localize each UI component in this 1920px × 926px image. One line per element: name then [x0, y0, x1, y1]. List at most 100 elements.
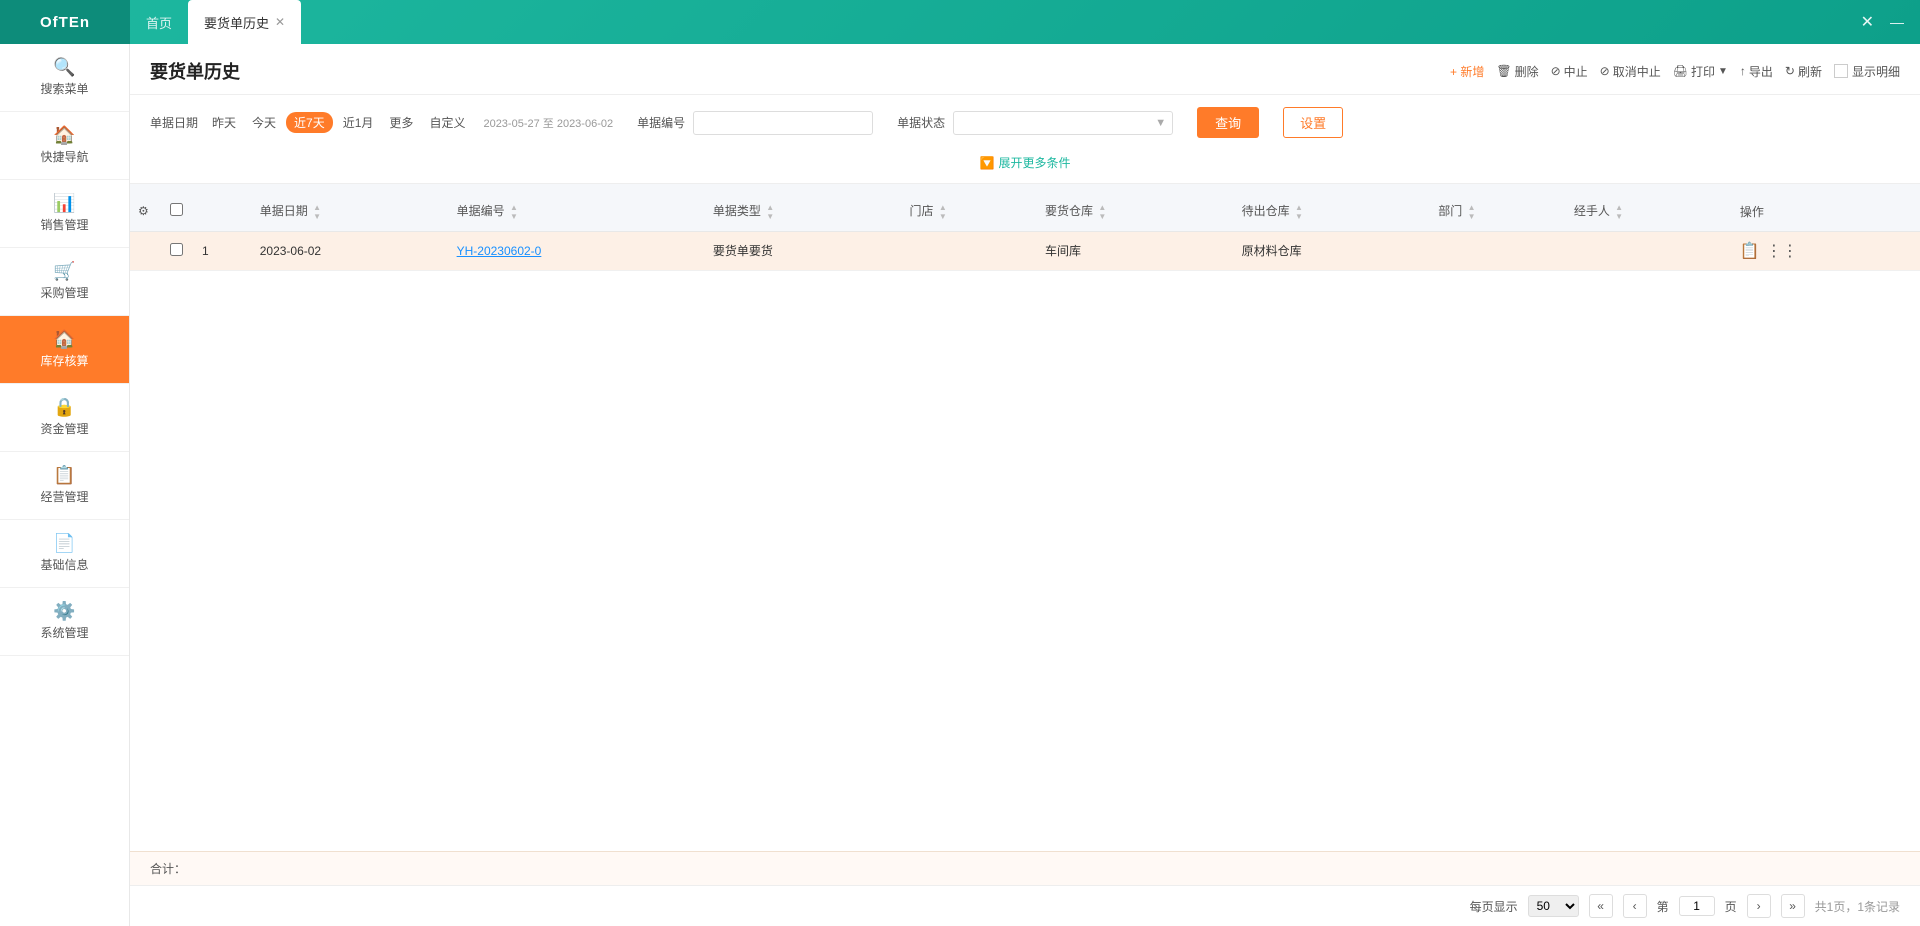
- sidebar-item-finance[interactable]: 🔒 资金管理: [0, 384, 129, 452]
- sidebar-item-quick-nav[interactable]: 🏠 快捷导航: [0, 112, 129, 180]
- date-range-buttons: 昨天 今天 近7天 近1月 更多 自定义: [206, 112, 471, 133]
- th-req-warehouse[interactable]: 要货仓库 ▲▼: [1037, 192, 1234, 231]
- next-page-btn[interactable]: ›: [1747, 894, 1771, 918]
- display-detail-toggle[interactable]: 显示明细: [1834, 63, 1900, 80]
- page-size-select[interactable]: 20 50 100: [1528, 895, 1579, 917]
- th-store[interactable]: 门店 ▲▼: [902, 192, 1038, 231]
- page-number-input[interactable]: [1679, 896, 1715, 916]
- row-checkbox[interactable]: [170, 243, 183, 256]
- search-menu-icon: 🔍: [53, 58, 75, 76]
- td-checkbox[interactable]: [162, 231, 194, 270]
- sidebar-item-search-menu[interactable]: 🔍 搜索菜单: [0, 44, 129, 112]
- close-window-icon[interactable]: ✕: [1861, 12, 1874, 32]
- store-sort-icon: ▲▼: [939, 203, 947, 221]
- delete-icon: 🗑: [1496, 64, 1511, 78]
- status-filter: 单据状态 ▼: [897, 111, 1173, 135]
- page-header: 要货单历史 + 新增 🗑 删除 ⊘ 中止 ⊘ 取消中止 🖨: [130, 44, 1920, 95]
- tab-bill-history-close[interactable]: ✕: [275, 15, 285, 29]
- th-actions: 操作: [1732, 192, 1920, 231]
- date-7days-btn[interactable]: 近7天: [286, 112, 333, 133]
- th-num: [194, 192, 252, 231]
- settings-button[interactable]: 设置: [1283, 107, 1343, 138]
- row-edit-icon[interactable]: 📋: [1740, 241, 1760, 261]
- delete-btn-label: 删除: [1515, 63, 1539, 80]
- page-label: 第: [1657, 898, 1669, 915]
- last-page-btn[interactable]: »: [1781, 894, 1805, 918]
- date-custom-btn[interactable]: 自定义: [423, 112, 471, 133]
- status-select-input[interactable]: [954, 112, 1149, 134]
- date-more-btn[interactable]: 更多: [383, 112, 419, 133]
- footer-total-label: 合计：: [150, 860, 186, 877]
- delete-button[interactable]: 🗑 删除: [1496, 63, 1538, 80]
- td-dept: [1430, 231, 1566, 270]
- sidebar-item-operations[interactable]: 📋 经营管理: [0, 452, 129, 520]
- bill-no-link[interactable]: YH-20230602-0: [457, 244, 542, 258]
- sidebar-item-sales[interactable]: 📊 销售管理: [0, 180, 129, 248]
- sidebar-item-inventory[interactable]: 🏠 库存核算: [0, 316, 129, 384]
- bill-no-label: 单据编号: [637, 114, 685, 131]
- brand-logo: OfTEn: [0, 0, 130, 44]
- sidebar-item-inventory-label: 库存核算: [40, 352, 88, 369]
- print-dropdown-icon: ▼: [1718, 66, 1728, 77]
- display-detail-checkbox[interactable]: [1834, 64, 1848, 78]
- page-title: 要货单历史: [150, 58, 240, 84]
- minimize-window-icon[interactable]: —: [1890, 14, 1904, 30]
- cancel-stop-button[interactable]: ⊘ 取消中止: [1600, 63, 1661, 80]
- date-filter: 单据日期 昨天 今天 近7天 近1月 更多 自定义 2023-05-27 至 2…: [150, 112, 613, 133]
- sidebar-item-purchase[interactable]: 🛒 采购管理: [0, 248, 129, 316]
- sidebar-item-sales-label: 销售管理: [40, 216, 88, 233]
- td-bill-no[interactable]: YH-20230602-0: [449, 231, 705, 270]
- first-page-btn[interactable]: «: [1589, 894, 1613, 918]
- select-all-checkbox[interactable]: [170, 203, 183, 216]
- toolbar: + 新增 🗑 删除 ⊘ 中止 ⊘ 取消中止 🖨 打印 ▼: [1450, 63, 1900, 80]
- expand-more-btn[interactable]: 🔽 展开更多条件: [980, 154, 1071, 171]
- table-row[interactable]: 1 2023-06-02 YH-20230602-0 要货单要货 车间库 原材料…: [130, 231, 1920, 270]
- tab-home[interactable]: 首页: [130, 0, 188, 44]
- td-pending-warehouse: 原材料仓库: [1234, 231, 1431, 270]
- operations-icon: 📋: [53, 466, 75, 484]
- th-checkbox[interactable]: [162, 192, 194, 231]
- status-chevron-down-icon: ▼: [1149, 117, 1172, 129]
- tab-home-label: 首页: [146, 13, 172, 32]
- sidebar-item-system[interactable]: ⚙️ 系统管理: [0, 588, 129, 656]
- sidebar-item-finance-label: 资金管理: [40, 420, 88, 437]
- sidebar-item-quick-nav-label: 快捷导航: [40, 148, 88, 165]
- th-bill-type[interactable]: 单据类型 ▲▼: [705, 192, 902, 231]
- th-handler[interactable]: 经手人 ▲▼: [1566, 192, 1732, 231]
- export-button[interactable]: ↑ 导出: [1740, 63, 1773, 80]
- stop-icon: ⊘: [1551, 64, 1561, 78]
- td-settings: [130, 231, 162, 270]
- print-button[interactable]: 🖨 打印 ▼: [1673, 63, 1728, 80]
- sidebar-item-operations-label: 经营管理: [40, 488, 88, 505]
- date-today-btn[interactable]: 今天: [246, 112, 282, 133]
- handler-sort-icon: ▲▼: [1615, 203, 1623, 221]
- th-settings[interactable]: ⚙: [130, 192, 162, 231]
- tab-bill-history[interactable]: 要货单历史 ✕: [188, 0, 301, 44]
- bill-no-filter: 单据编号: [637, 111, 873, 135]
- table-header-row: ⚙ 单据日期 ▲▼ 单据编号 ▲▼: [130, 192, 1920, 231]
- new-button[interactable]: + 新增: [1450, 63, 1484, 80]
- th-bill-no[interactable]: 单据编号 ▲▼: [449, 192, 705, 231]
- stop-button[interactable]: ⊘ 中止: [1551, 63, 1588, 80]
- window-controls: ✕ —: [1861, 12, 1904, 32]
- content-area: 要货单历史 + 新增 🗑 删除 ⊘ 中止 ⊘ 取消中止 🖨: [130, 44, 1920, 926]
- bill-no-input[interactable]: [693, 111, 873, 135]
- td-actions: 📋 ⋮⋮: [1732, 231, 1920, 270]
- th-pending-warehouse[interactable]: 待出仓库 ▲▼: [1234, 192, 1431, 231]
- refresh-button[interactable]: ↻ 刷新: [1785, 63, 1822, 80]
- bill-type-sort-icon: ▲▼: [766, 203, 774, 221]
- row-more-icon[interactable]: ⋮⋮: [1766, 241, 1798, 261]
- sidebar-item-base[interactable]: 📄 基础信息: [0, 520, 129, 588]
- sidebar-item-system-label: 系统管理: [40, 624, 88, 641]
- th-dept[interactable]: 部门 ▲▼: [1430, 192, 1566, 231]
- date-yesterday-btn[interactable]: 昨天: [206, 112, 242, 133]
- sidebar: 🔍 搜索菜单 🏠 快捷导航 📊 销售管理 🛒 采购管理 🏠 库存核算 🔒 资金管…: [0, 44, 130, 926]
- dept-sort-icon: ▲▼: [1468, 203, 1476, 221]
- th-date[interactable]: 单据日期 ▲▼: [252, 192, 449, 231]
- prev-page-btn[interactable]: ‹: [1623, 894, 1647, 918]
- new-btn-label: + 新增: [1450, 63, 1484, 80]
- date-1month-btn[interactable]: 近1月: [337, 112, 380, 133]
- expand-btn-label: 展开更多条件: [998, 154, 1070, 171]
- query-button[interactable]: 查询: [1197, 107, 1259, 138]
- finance-icon: 🔒: [53, 398, 75, 416]
